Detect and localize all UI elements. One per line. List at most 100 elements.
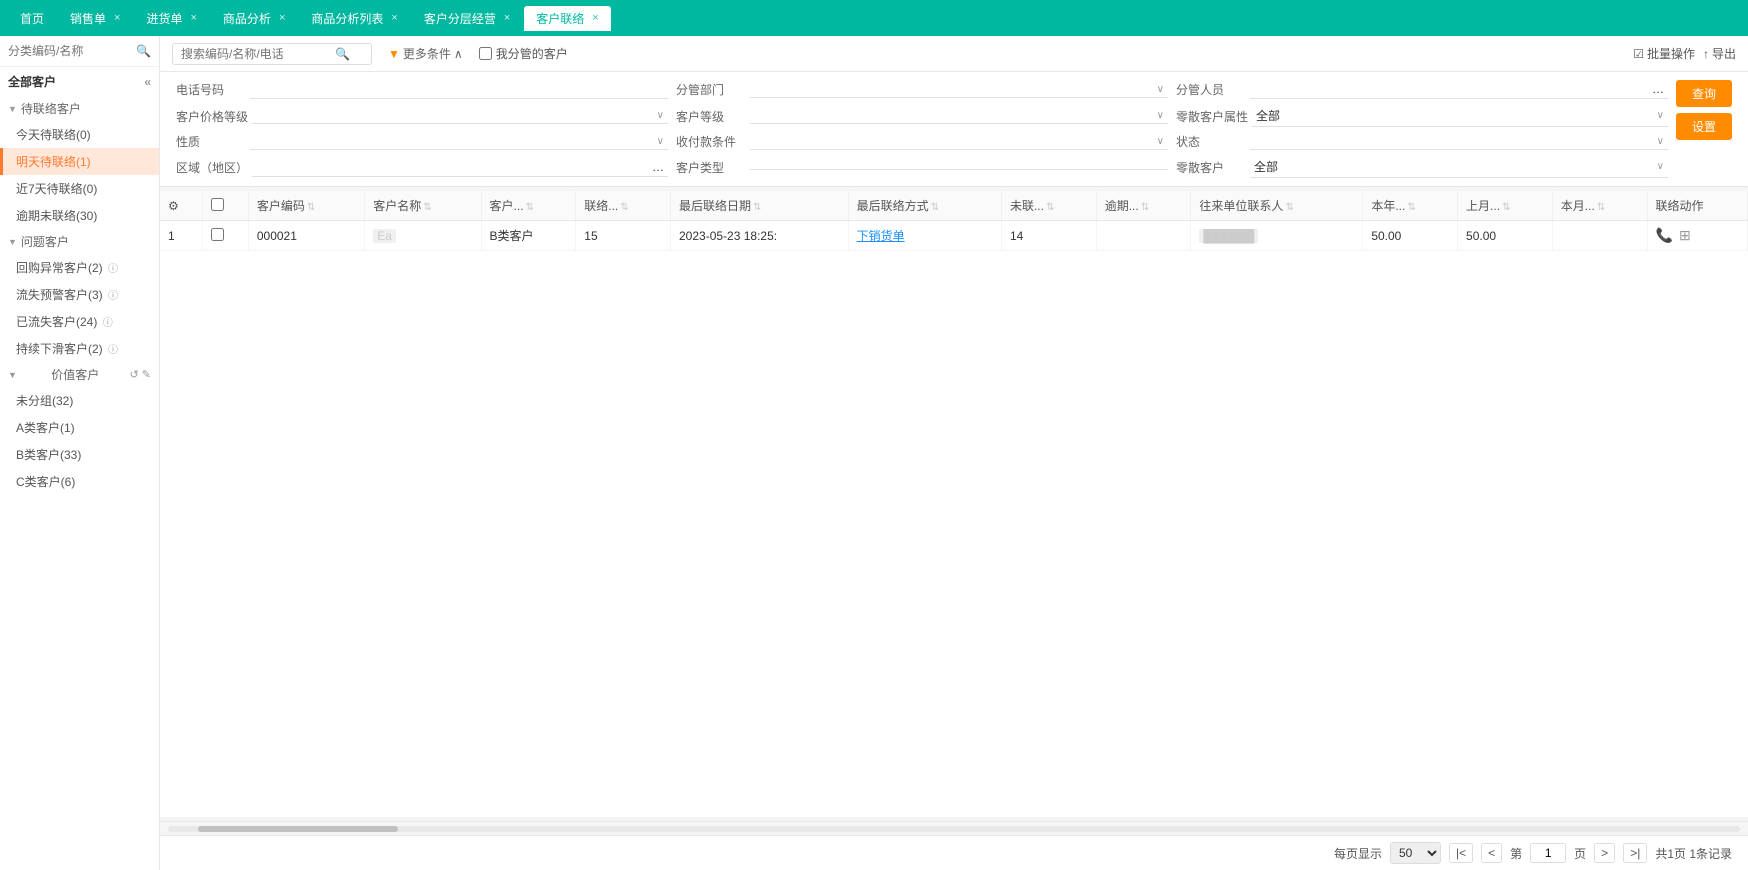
filter-price-grade-field: 客户价格等级 ∨ <box>176 108 668 125</box>
sort-icon[interactable]: ⇅ <box>1141 202 1149 213</box>
phone-input[interactable] <box>250 80 668 99</box>
sidebar-item-7day-pending[interactable]: 近7天待联络(0) <box>0 175 159 202</box>
sidebar-item-overdue-pending[interactable]: 逾期未联络(30) <box>0 202 159 229</box>
row-contact-count: 15 <box>576 221 671 251</box>
close-icon[interactable]: × <box>391 12 397 24</box>
sidebar-search-input[interactable] <box>8 44 132 58</box>
sidebar-item-ungrouped[interactable]: 未分组(32) <box>0 387 159 414</box>
search-input[interactable] <box>181 47 331 61</box>
scroll-thumb[interactable] <box>198 826 398 832</box>
sidebar-item-b-type[interactable]: B类客户(33) <box>0 441 159 468</box>
sort-icon[interactable]: ⇅ <box>423 202 431 213</box>
sidebar-item-declining[interactable]: 持续下滑客户(2) ⓘ <box>0 335 159 362</box>
sort-icon[interactable]: ⇅ <box>620 202 628 213</box>
filter-region-field: 区域（地区） … <box>176 158 668 177</box>
export-button[interactable]: ↑ 导出 <box>1703 45 1736 62</box>
select-all-checkbox[interactable] <box>211 198 224 211</box>
scroll-track[interactable] <box>168 826 1740 832</box>
prev-page-button[interactable]: < <box>1481 843 1502 863</box>
customer-grade-select[interactable]: ∨ <box>750 108 1168 124</box>
sidebar-item-c-type[interactable]: C类客户(6) <box>0 468 159 495</box>
sidebar-item-tomorrow-pending[interactable]: 明天待联络(1) <box>0 148 159 175</box>
sort-icon[interactable]: ⇅ <box>1597 202 1605 213</box>
manager-select[interactable]: … <box>1250 80 1668 99</box>
nav-home[interactable]: 首页 <box>8 6 56 31</box>
contact-method-link[interactable]: 下销货单 <box>857 229 905 243</box>
sidebar-item-churn-warning[interactable]: 流失预警客户(3) ⓘ <box>0 281 159 308</box>
col-settings[interactable]: ⚙ <box>160 191 202 221</box>
total-info: 共1页 1条记录 <box>1655 845 1732 862</box>
sort-icon[interactable]: ⇅ <box>307 202 315 213</box>
settings-button[interactable]: 设置 <box>1676 113 1732 140</box>
status-select[interactable]: ∨ <box>1250 134 1668 150</box>
col-contact-person: 往来单位联系人⇅ <box>1191 191 1363 221</box>
settings-icon[interactable]: ⚙ <box>168 199 179 213</box>
sidebar-problem-group[interactable]: 问题客户 <box>0 229 159 254</box>
my-customers-checkbox-label[interactable]: 我分管的客户 <box>479 45 568 62</box>
close-icon[interactable]: × <box>504 12 510 24</box>
query-button[interactable]: 查询 <box>1676 80 1732 107</box>
col-this-month: 本月...⇅ <box>1552 191 1647 221</box>
nav-product-analysis[interactable]: 商品分析 × <box>211 6 297 31</box>
search-icon[interactable]: 🔍 <box>136 44 151 58</box>
nature-select[interactable]: ∨ <box>250 134 668 150</box>
sort-icon[interactable]: ⇅ <box>526 202 534 213</box>
sidebar-value-group[interactable]: 价值客户 ↺ ✎ <box>0 362 159 387</box>
first-page-button[interactable]: |< <box>1449 843 1473 863</box>
nav-purchase[interactable]: 进货单 × <box>134 6 208 31</box>
my-customers-checkbox[interactable] <box>479 47 492 60</box>
close-icon[interactable]: × <box>190 12 196 24</box>
per-page-select[interactable]: 50 100 <box>1390 842 1441 864</box>
nav-sales[interactable]: 销售单 × <box>58 6 132 31</box>
dept-select[interactable]: ∨ <box>750 82 1168 98</box>
phone-action-icon[interactable]: 📞 <box>1656 227 1673 244</box>
sort-icon[interactable]: ⇅ <box>1285 202 1293 213</box>
col-last-contact-method: 最后联络方式⇅ <box>848 191 1001 221</box>
more-filter-button[interactable]: ▼ 更多条件 ∧ <box>380 42 471 65</box>
chevron-down-icon: ∨ <box>1657 110 1664 121</box>
search-input-wrap[interactable]: 🔍 <box>172 43 372 65</box>
close-icon[interactable]: × <box>114 12 120 24</box>
nav-customer-layer[interactable]: 客户分层经营 × <box>412 6 522 31</box>
col-checkbox[interactable] <box>202 191 248 221</box>
grid-action-icon[interactable]: ⊞ <box>1679 227 1691 244</box>
filter-customer-type-field: 客户类型 <box>676 159 1168 176</box>
sidebar-all-customers[interactable]: 全部客户 « <box>0 67 159 96</box>
row-checkbox[interactable] <box>202 221 248 251</box>
search-bar: 🔍 ▼ 更多条件 ∧ 我分管的客户 ☑ 批量操作 ↑ 导出 <box>160 36 1748 72</box>
price-grade-select[interactable]: ∨ <box>252 108 668 124</box>
retail-attr-select[interactable]: 全部 ∨ <box>1252 105 1668 127</box>
sort-icon[interactable]: ⇅ <box>1407 202 1415 213</box>
filter-phone-field: 电话号码 <box>176 80 668 99</box>
row-this-month <box>1552 221 1647 251</box>
sidebar-item-churned[interactable]: 已流失客户(24) ⓘ <box>0 308 159 335</box>
sidebar-item-a-type[interactable]: A类客户(1) <box>0 414 159 441</box>
nav-product-list[interactable]: 商品分析列表 × <box>299 6 409 31</box>
sort-icon[interactable]: ⇅ <box>1502 202 1510 213</box>
row-select-checkbox[interactable] <box>211 228 224 241</box>
next-page-button[interactable]: > <box>1594 843 1615 863</box>
chevron-down-icon: ∨ <box>1157 84 1164 95</box>
filter-dept-field: 分管部门 ∨ <box>676 81 1168 98</box>
payment-select[interactable]: ∨ <box>750 134 1168 150</box>
search-icon[interactable]: 🔍 <box>335 47 350 61</box>
sidebar-item-today-pending[interactable]: 今天待联络(0) <box>0 121 159 148</box>
sort-icon[interactable]: ⇅ <box>1046 202 1054 213</box>
customer-type-select[interactable] <box>750 165 1168 170</box>
sort-icon[interactable]: ⇅ <box>753 202 761 213</box>
page-number-input[interactable] <box>1530 843 1566 863</box>
close-icon[interactable]: × <box>592 12 598 24</box>
nav-customer-contact[interactable]: 客户联络 × <box>524 6 610 31</box>
retail-customer-select[interactable]: 全部 ∨ <box>1250 156 1668 178</box>
sidebar-pending-group[interactable]: 待联络客户 <box>0 96 159 121</box>
last-page-button[interactable]: >| <box>1623 843 1647 863</box>
batch-action-button[interactable]: ☑ 批量操作 <box>1633 45 1695 62</box>
sort-icon[interactable]: ⇅ <box>931 202 939 213</box>
horizontal-scrollbar[interactable] <box>160 821 1748 835</box>
close-icon[interactable]: × <box>279 12 285 24</box>
chevron-down-icon: ∨ <box>1157 136 1164 147</box>
region-select[interactable]: … <box>252 158 668 177</box>
customer-table: ⚙ 客户编码⇅ 客户名称⇅ 客户...⇅ 联络...⇅ 最后联络日期⇅ 最后联络… <box>160 191 1748 251</box>
sidebar-item-repurchase-abnormal[interactable]: 回购异常客户(2) ⓘ <box>0 254 159 281</box>
row-last-contact-method[interactable]: 下销货单 <box>848 221 1001 251</box>
